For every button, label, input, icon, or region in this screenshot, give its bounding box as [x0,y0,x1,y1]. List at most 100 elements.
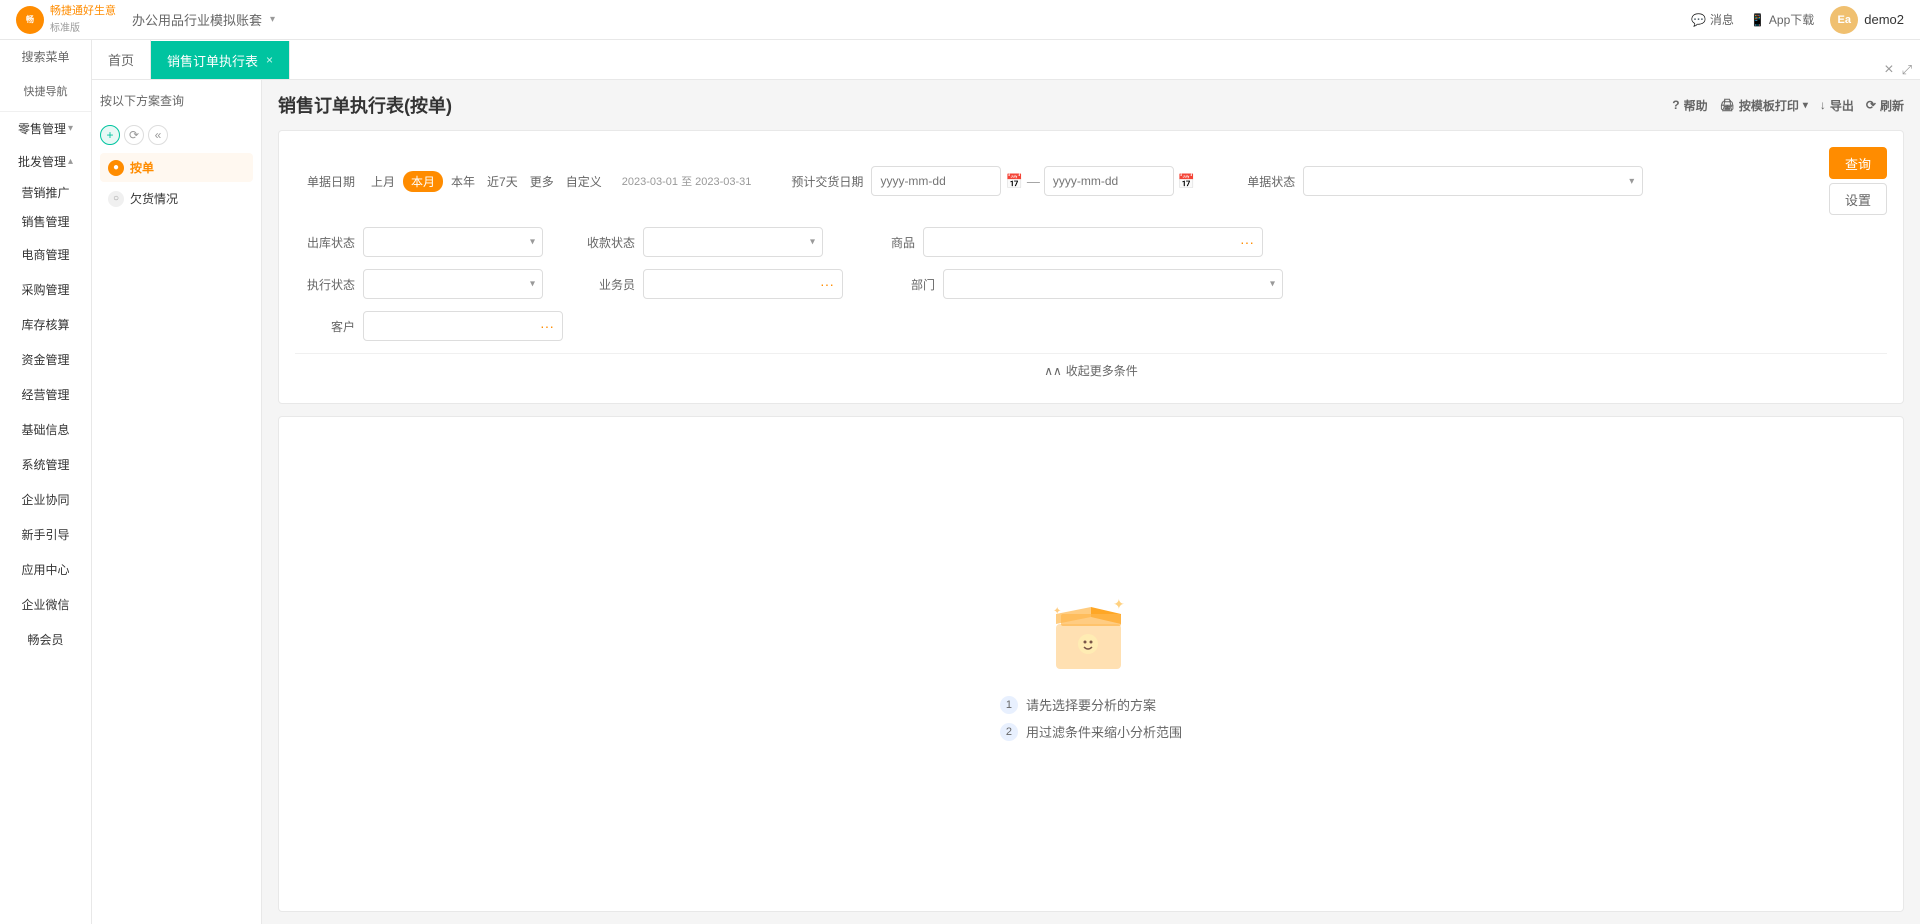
sidebar-item-member[interactable]: 畅会员 [0,621,91,656]
message-btn[interactable]: 💬 消息 [1691,11,1734,28]
delivery-cal-end-icon[interactable]: 📅 [1178,173,1195,190]
print-arrow: ▾ [1803,100,1808,111]
page-title-actions: ? 帮助 🖨 按模板打印 ▾ ↓ 导出 ⟳ [1672,97,1904,114]
app-download-btn[interactable]: 📱 App下载 [1750,11,1814,28]
collapse-icon: ∧∧ [1044,364,1062,378]
sidebar-item-basic[interactable]: 基础信息 [0,411,91,446]
page-title-row: 销售订单执行表(按单) ? 帮助 🖨 按模板打印 ▾ ↓ [278,92,1904,118]
sidebar-item-system[interactable]: 系统管理 [0,446,91,481]
filter-department-item: 部门 ▾ [875,269,1887,299]
quick-nav-label[interactable]: 快捷导航 [4,79,87,103]
sidebar-item-marketing[interactable]: 营销推广 [0,178,91,207]
filter-row-3: 执行状态 ▾ 业务员 ·· [295,269,1887,299]
sidebar-item-purchase[interactable]: 采购管理 [0,271,91,306]
svg-text:✦: ✦ [1053,606,1061,617]
sidebar-item-app-center[interactable]: 应用中心 [0,551,91,586]
customer-input[interactable]: ··· [363,311,563,341]
sidebar-item-operations[interactable]: 经营管理 [0,376,91,411]
payment-status-select[interactable] [643,227,823,257]
filter-row-1: 单据日期 上月 本月 本年 近7天 更多 自定义 2023-03-01 至 20… [295,147,1887,215]
sidebar-item-inventory[interactable]: 库存核算 [0,306,91,341]
app-title-dropdown[interactable]: ▾ [270,14,275,25]
tab-home[interactable]: 首页 [92,40,151,79]
empty-tip-1: 1 请先选择要分析的方案 [1000,695,1182,714]
add-scheme-btn[interactable]: + [100,125,120,145]
scheme-item-owe[interactable]: ○ 欠货情况 [100,184,253,213]
export-btn[interactable]: ↓ 导出 [1820,97,1854,114]
collapse-filter-btn[interactable]: ∧∧ 收起更多条件 [295,353,1887,387]
execution-status-label: 执行状态 [295,276,355,293]
product-dots[interactable]: ··· [1240,234,1254,250]
tip-2-num: 2 [1000,723,1018,741]
sidebar-item-retail[interactable]: 零售管理 ▾ [0,112,91,145]
filter-execution-item: 执行状态 ▾ [295,269,543,299]
outbound-status-select[interactable] [363,227,543,257]
refresh-btn[interactable]: ⟳ 刷新 [1866,97,1904,114]
sidebar-operations-label: 经营管理 [4,386,87,403]
tab-close-btn[interactable]: × [266,53,273,67]
execution-status-select[interactable] [363,269,543,299]
delivery-cal-start-icon[interactable]: 📅 [1005,173,1022,190]
left-filter-panel: 按以下方案查询 + ⟳ « ● 按单 ○ 欠货情况 [92,80,262,924]
sidebar-search[interactable]: 搜索菜单 [0,40,91,73]
delivery-date-start[interactable] [871,166,1001,196]
delivery-date-end[interactable] [1044,166,1174,196]
tab-actions: × ⤢ [1876,61,1920,79]
user-area[interactable]: Ea demo2 [1830,6,1904,34]
date-tab-more[interactable]: 更多 [526,171,558,192]
sales-rep-input[interactable]: ··· [643,269,843,299]
single-status-select[interactable]: ▾ [1303,166,1643,196]
app-title: 办公用品行业模拟账套 [132,10,262,29]
help-label: 帮助 [1684,97,1708,114]
setting-btn[interactable]: 设置 [1829,183,1887,215]
logo-sub: 标准版 [50,19,116,34]
sidebar-item-wechat[interactable]: 企业微信 [0,586,91,621]
refresh-label: 刷新 [1880,97,1904,114]
sidebar-item-finance[interactable]: 资金管理 [0,341,91,376]
refresh-scheme-btn[interactable]: ⟳ [124,125,144,145]
payment-status-label: 收款状态 [575,234,635,251]
filter-product-item: 商品 ··· [855,227,1887,257]
filter-sales-rep-item: 业务员 ··· [575,269,843,299]
sidebar-wechat-label: 企业微信 [4,596,87,613]
help-btn[interactable]: ? 帮助 [1672,97,1707,114]
scheme-item-press[interactable]: ● 按单 [100,153,253,182]
collapse-label: 收起更多条件 [1066,362,1138,379]
tab-active[interactable]: 销售订单执行表 × [151,41,290,79]
date-tab-custom[interactable]: 自定义 [562,171,606,192]
sales-rep-dots[interactable]: ··· [820,276,834,292]
sidebar-item-newbie[interactable]: 新手引导 [0,516,91,551]
empty-state: ✦ ✦ 1 请先选择要分析的方案 [278,416,1904,912]
customer-dots[interactable]: ··· [540,318,554,334]
sidebar-item-cooperation[interactable]: 企业协同 [0,481,91,516]
sidebar-ecommerce-label: 电商管理 [4,246,87,263]
query-btn[interactable]: 查询 [1829,147,1887,179]
collapse-panel-btn[interactable]: « [148,125,168,145]
sidebar-inventory-label: 库存核算 [4,316,87,333]
export-label: 导出 [1830,97,1854,114]
filter-row-4: 客户 ··· [295,311,1887,341]
department-select[interactable] [943,269,1283,299]
sidebar-item-ecommerce[interactable]: 电商管理 [0,236,91,271]
sidebar-wholesale-label: 批发管理 [18,153,66,170]
date-tab-this-month[interactable]: 本月 [403,171,443,192]
date-tab-last-month[interactable]: 上月 [367,171,399,192]
owe-icon: ○ [108,191,124,207]
filter-outbound-item: 出库状态 ▾ [295,227,543,257]
date-tab-last7[interactable]: 近7天 [483,171,522,192]
filter-single-status-item: 单据状态 ▾ [1235,166,1813,196]
print-btn[interactable]: 🖨 按模板打印 ▾ [1720,97,1808,114]
logo-icon: 畅 [16,6,44,34]
svg-text:✦: ✦ [1113,596,1125,612]
close-all-btn[interactable]: × [1884,61,1893,79]
main-layout: 搜索菜单 快捷导航 零售管理 ▾ 批发管理 ▴ 营销推广 销售管理 电商管理 [0,40,1920,924]
date-tab-this-year[interactable]: 本年 [447,171,479,192]
maximize-btn[interactable]: ⤢ [1902,62,1912,78]
sidebar-item-wholesale[interactable]: 批发管理 ▴ [0,145,91,178]
sidebar-search-label[interactable]: 搜索菜单 [21,50,69,64]
sidebar-item-sales[interactable]: 销售管理 [0,207,91,236]
avatar: Ea [1830,6,1858,34]
product-input[interactable]: ··· [923,227,1263,257]
department-label: 部门 [875,276,935,293]
date-tabs: 上月 本月 本年 近7天 更多 自定义 [367,171,606,192]
